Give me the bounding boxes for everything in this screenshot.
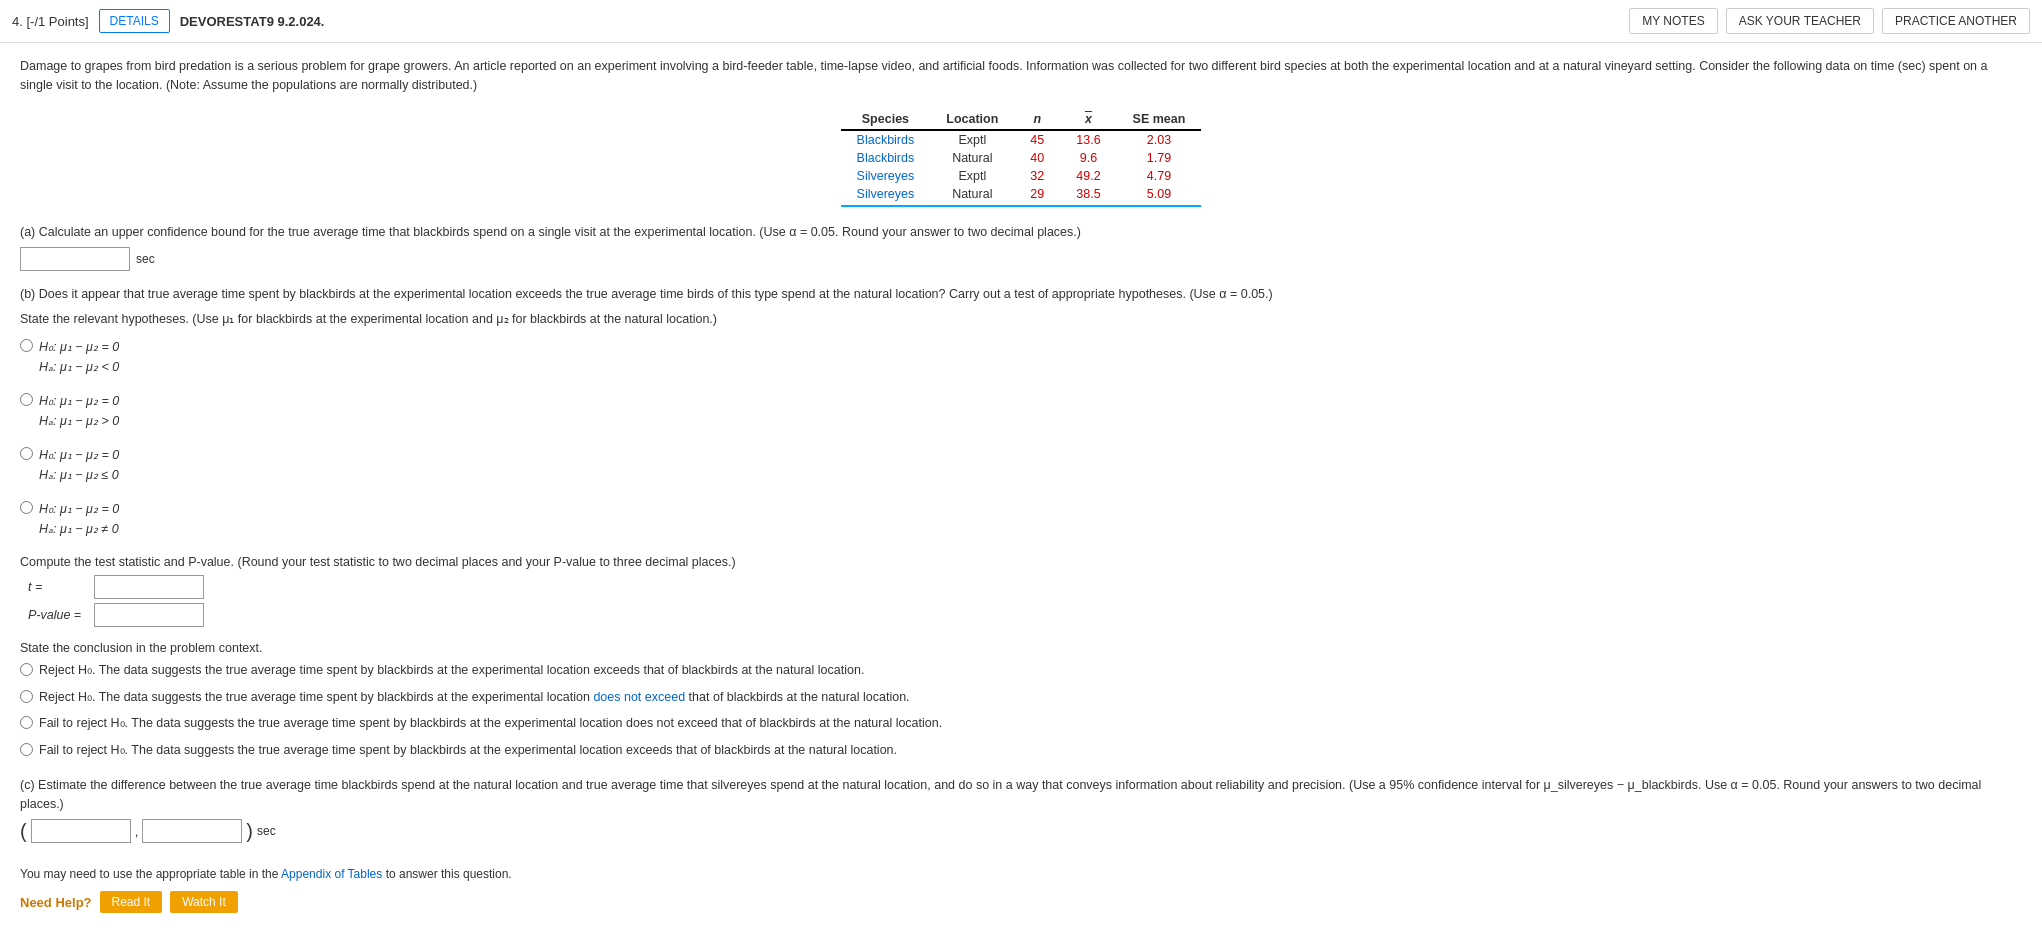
hypothesis-label-2: H₀: μ₁ − μ₂ = 0 Hₐ: μ₁ − μ₂ > 0 bbox=[39, 391, 119, 431]
table-cell-n: 29 bbox=[1014, 185, 1060, 206]
table-row: Silvereyes bbox=[841, 167, 931, 185]
hypothesis-label-1: H₀: μ₁ − μ₂ = 0 Hₐ: μ₁ − μ₂ < 0 bbox=[39, 337, 119, 377]
conclusion-option-4: Fail to reject H₀. The data suggests the… bbox=[20, 741, 2022, 760]
table-cell-se: 5.09 bbox=[1117, 185, 1202, 206]
details-button[interactable]: DETAILS bbox=[99, 9, 170, 33]
table-row: Blackbirds bbox=[841, 149, 931, 167]
col-semean: SE mean bbox=[1117, 109, 1202, 130]
table-cell-se: 4.79 bbox=[1117, 167, 1202, 185]
watch-it-button[interactable]: Watch It bbox=[170, 891, 238, 913]
col-xbar: x bbox=[1060, 109, 1116, 130]
compute-label: Compute the test statistic and P-value. … bbox=[20, 555, 2022, 569]
need-help-label: Need Help? bbox=[20, 895, 92, 910]
question-title: DEVORESTAT9 9.2.024. bbox=[180, 14, 1620, 29]
appendix-link[interactable]: Appendix of Tables bbox=[281, 867, 382, 881]
table-cell-location: Exptl bbox=[930, 130, 1014, 149]
conclusion-label-1: Reject H₀. The data suggests the true av… bbox=[39, 661, 864, 680]
hypothesis-option-4: H₀: μ₁ − μ₂ = 0 Hₐ: μ₁ − μ₂ ≠ 0 bbox=[20, 499, 2022, 539]
hypothesis-option-3: H₀: μ₁ − μ₂ = 0 Hₐ: μ₁ − μ₂ ≤ 0 bbox=[20, 445, 2022, 485]
part-c-label: (c) Estimate the difference between the … bbox=[20, 776, 2022, 814]
conclusion-radio-1[interactable] bbox=[20, 663, 33, 676]
conclusion-section: State the conclusion in the problem cont… bbox=[20, 641, 2022, 760]
hypothesis-radio-4[interactable] bbox=[20, 501, 33, 514]
main-content: Damage to grapes from bird predation is … bbox=[0, 43, 2042, 927]
table-cell-se: 2.03 bbox=[1117, 130, 1202, 149]
t-input[interactable] bbox=[94, 575, 204, 599]
question-number: 4. [-/1 Points] bbox=[12, 14, 89, 29]
hypothesis-radio-group: H₀: μ₁ − μ₂ = 0 Hₐ: μ₁ − μ₂ < 0 H₀: μ₁ −… bbox=[20, 337, 2022, 539]
conclusion-label-4: Fail to reject H₀. The data suggests the… bbox=[39, 741, 897, 760]
data-table: Species Location n x SE mean Blackbirds … bbox=[841, 109, 1202, 207]
part-b-state-label: State the relevant hypotheses. (Use μ₁ f… bbox=[20, 310, 2022, 329]
conclusion-label-2: Reject H₀. The data suggests the true av… bbox=[39, 688, 910, 707]
part-c-input-right[interactable] bbox=[142, 819, 242, 843]
read-it-button[interactable]: Read It bbox=[100, 891, 163, 913]
practice-another-button[interactable]: PRACTICE ANOTHER bbox=[1882, 8, 2030, 34]
compute-inputs: t = P-value = bbox=[28, 575, 2022, 627]
need-help-section: Need Help? Read It Watch It bbox=[20, 891, 2022, 913]
table-cell-location: Exptl bbox=[930, 167, 1014, 185]
top-bar: 4. [-/1 Points] DETAILS DEVORESTAT9 9.2.… bbox=[0, 0, 2042, 43]
table-cell-n: 32 bbox=[1014, 167, 1060, 185]
part-b-label: (b) Does it appear that true average tim… bbox=[20, 285, 2022, 304]
hypothesis-radio-1[interactable] bbox=[20, 339, 33, 352]
conclusion-option-1: Reject H₀. The data suggests the true av… bbox=[20, 661, 2022, 680]
part-c-unit: sec bbox=[257, 824, 276, 838]
hypothesis-label-4: H₀: μ₁ − μ₂ = 0 Hₐ: μ₁ − μ₂ ≠ 0 bbox=[39, 499, 119, 539]
col-location: Location bbox=[930, 109, 1014, 130]
compute-section: Compute the test statistic and P-value. … bbox=[20, 555, 2022, 627]
footer: You may need to use the appropriate tabl… bbox=[20, 867, 2022, 913]
part-a-input-row: sec bbox=[20, 247, 2022, 271]
table-cell-se: 1.79 bbox=[1117, 149, 1202, 167]
table-cell-n: 45 bbox=[1014, 130, 1060, 149]
hypothesis-option-2: H₀: μ₁ − μ₂ = 0 Hₐ: μ₁ − μ₂ > 0 bbox=[20, 391, 2022, 431]
conclusion-radio-2[interactable] bbox=[20, 690, 33, 703]
conclusion-radio-4[interactable] bbox=[20, 743, 33, 756]
t-label: t = bbox=[28, 580, 88, 594]
conclusion-label-3: Fail to reject H₀. The data suggests the… bbox=[39, 714, 942, 733]
conclusion-radio-group: Reject H₀. The data suggests the true av… bbox=[20, 661, 2022, 760]
appendix-note: You may need to use the appropriate tabl… bbox=[20, 867, 2022, 881]
part-c-input-row: ( , ) sec bbox=[20, 819, 2022, 843]
part-c: (c) Estimate the difference between the … bbox=[20, 776, 2022, 844]
col-species: Species bbox=[841, 109, 931, 130]
hypothesis-radio-3[interactable] bbox=[20, 447, 33, 460]
conclusion-option-2: Reject H₀. The data suggests the true av… bbox=[20, 688, 2022, 707]
col-n: n bbox=[1014, 109, 1060, 130]
table-cell-xbar: 49.2 bbox=[1060, 167, 1116, 185]
part-a-unit: sec bbox=[136, 252, 155, 266]
top-right-buttons: MY NOTES ASK YOUR TEACHER PRACTICE ANOTH… bbox=[1629, 8, 2030, 34]
t-input-row: t = bbox=[28, 575, 2022, 599]
table-cell-location: Natural bbox=[930, 185, 1014, 206]
intro-text: Damage to grapes from bird predation is … bbox=[20, 57, 2022, 95]
ask-teacher-button[interactable]: ASK YOUR TEACHER bbox=[1726, 8, 1874, 34]
table-cell-n: 40 bbox=[1014, 149, 1060, 167]
hypothesis-label-3: H₀: μ₁ − μ₂ = 0 Hₐ: μ₁ − μ₂ ≤ 0 bbox=[39, 445, 119, 485]
comma: , bbox=[135, 824, 139, 839]
table-row: Blackbirds bbox=[841, 130, 931, 149]
part-a-input[interactable] bbox=[20, 247, 130, 271]
pvalue-input[interactable] bbox=[94, 603, 204, 627]
hypothesis-radio-2[interactable] bbox=[20, 393, 33, 406]
table-cell-xbar: 9.6 bbox=[1060, 149, 1116, 167]
left-bracket: ( bbox=[20, 821, 27, 841]
conclusion-radio-3[interactable] bbox=[20, 716, 33, 729]
table-row: Silvereyes bbox=[841, 185, 931, 206]
table-cell-xbar: 13.6 bbox=[1060, 130, 1116, 149]
table-cell-xbar: 38.5 bbox=[1060, 185, 1116, 206]
conclusion-option-3: Fail to reject H₀. The data suggests the… bbox=[20, 714, 2022, 733]
right-bracket: ) bbox=[246, 821, 253, 841]
table-cell-location: Natural bbox=[930, 149, 1014, 167]
pvalue-input-row: P-value = bbox=[28, 603, 2022, 627]
hypothesis-option-1: H₀: μ₁ − μ₂ = 0 Hₐ: μ₁ − μ₂ < 0 bbox=[20, 337, 2022, 377]
part-a-label: (a) Calculate an upper confidence bound … bbox=[20, 223, 2022, 242]
conclusion-label: State the conclusion in the problem cont… bbox=[20, 641, 2022, 655]
my-notes-button[interactable]: MY NOTES bbox=[1629, 8, 1717, 34]
part-c-input-left[interactable] bbox=[31, 819, 131, 843]
pvalue-label: P-value = bbox=[28, 608, 88, 622]
